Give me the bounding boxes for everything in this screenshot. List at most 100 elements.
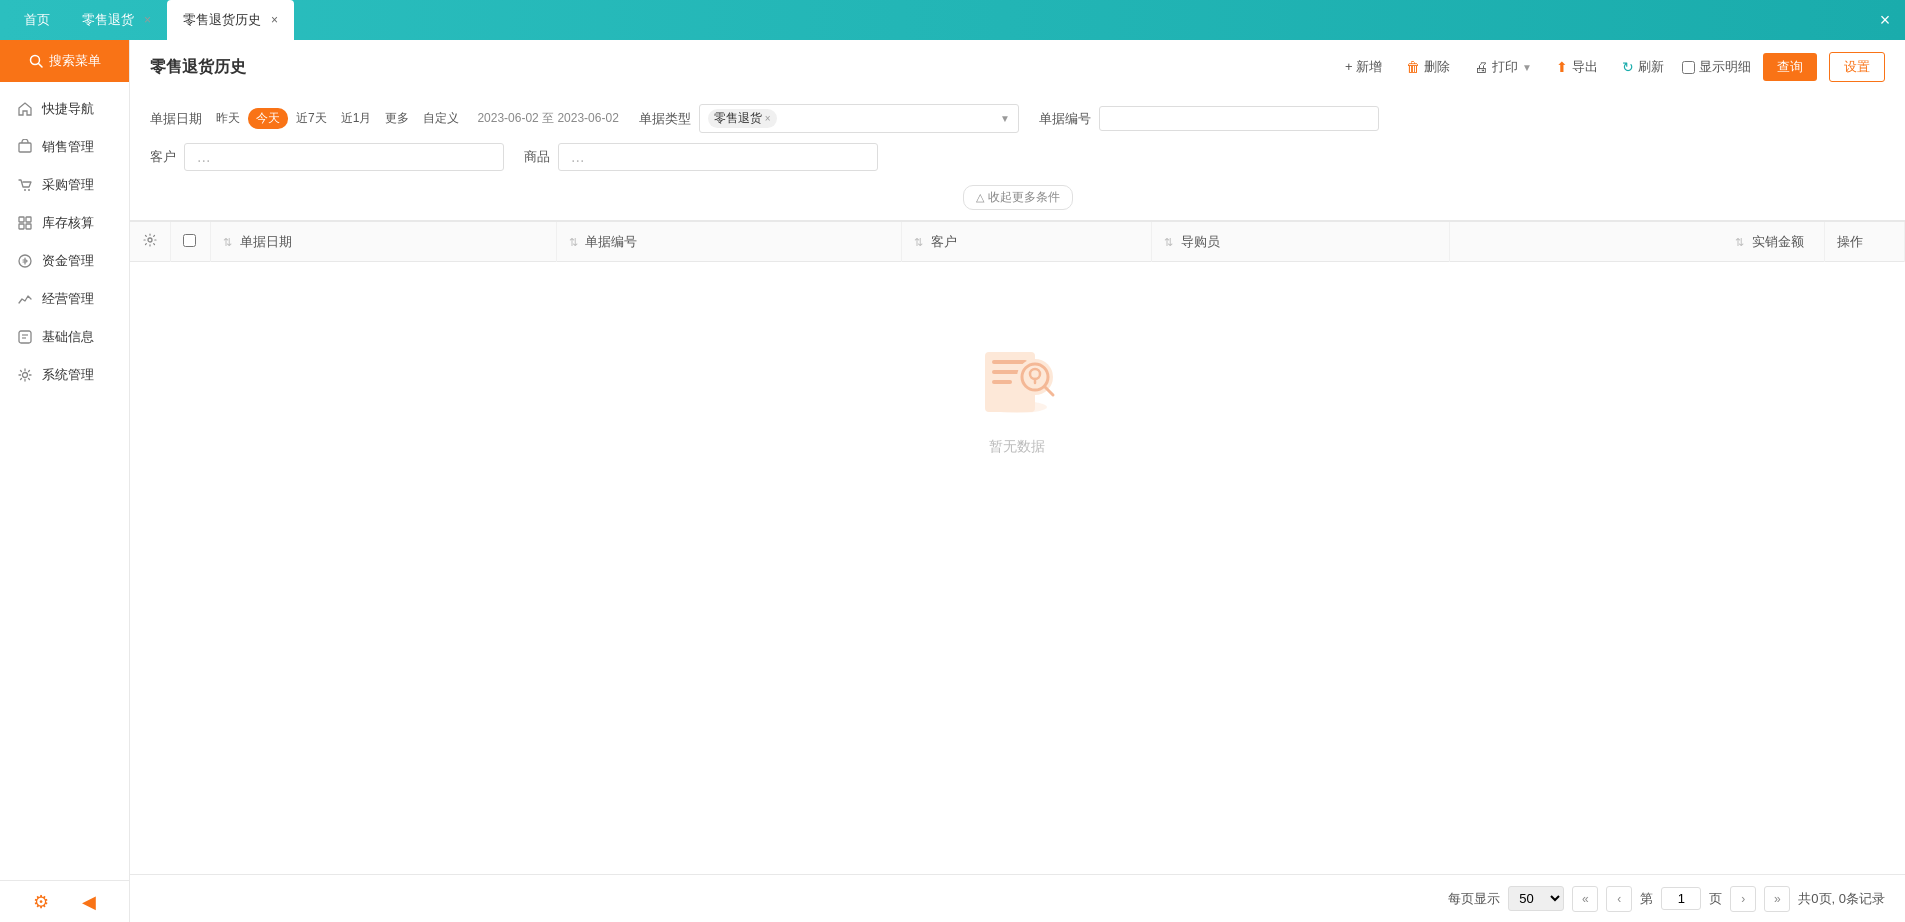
svg-rect-5 bbox=[19, 217, 24, 222]
page-number-input[interactable] bbox=[1661, 887, 1701, 910]
content-area: 零售退货历史 + 新增 🗑 删除 🖨 打印 ▼ ⬆ bbox=[130, 40, 1905, 922]
goods-filter-label: 商品 bbox=[524, 148, 550, 166]
goods-filter-field: 商品 ... bbox=[524, 143, 878, 171]
th-amount[interactable]: 实销金额 bbox=[1449, 222, 1824, 262]
th-settings[interactable] bbox=[130, 222, 171, 262]
first-page-button[interactable]: « bbox=[1572, 886, 1598, 912]
date-opt-more[interactable]: 更多 bbox=[379, 108, 415, 129]
sidebar-item-sales-label: 销售管理 bbox=[42, 138, 94, 156]
date-opt-1month[interactable]: 近1月 bbox=[335, 108, 378, 129]
th-actions: 操作 bbox=[1825, 222, 1905, 262]
sidebar-item-system[interactable]: 系统管理 bbox=[0, 356, 129, 394]
sidebar-item-basicinfo[interactable]: 基础信息 bbox=[0, 318, 129, 356]
tab-home[interactable]: 首页 bbox=[8, 0, 66, 40]
th-guide[interactable]: 导购员 bbox=[1152, 222, 1450, 262]
select-all-checkbox[interactable] bbox=[183, 234, 196, 247]
voucher-type-filter-field: 单据类型 零售退货 × ▼ bbox=[639, 104, 1019, 133]
delete-button[interactable]: 🗑 删除 bbox=[1400, 54, 1456, 80]
sidebar-item-purchase[interactable]: 采购管理 bbox=[0, 166, 129, 204]
date-opt-7days[interactable]: 近7天 bbox=[290, 108, 333, 129]
query-button[interactable]: 查询 bbox=[1763, 53, 1817, 81]
svg-rect-19 bbox=[992, 380, 1012, 384]
th-checkbox[interactable] bbox=[171, 222, 211, 262]
purchase-icon bbox=[16, 176, 34, 194]
prev-page-button[interactable]: ‹ bbox=[1606, 886, 1632, 912]
page-header: 零售退货历史 + 新增 🗑 删除 🖨 打印 ▼ ⬆ bbox=[130, 40, 1905, 221]
tab-retail-return-label: 零售退货 bbox=[82, 11, 134, 29]
sidebar-item-finance[interactable]: 资金管理 bbox=[0, 242, 129, 280]
collapse-bar: △ 收起更多条件 bbox=[150, 181, 1885, 220]
page-size-label: 每页显示 bbox=[1448, 890, 1500, 908]
print-button[interactable]: 🖨 打印 ▼ bbox=[1468, 54, 1538, 80]
settings-page-button[interactable]: 设置 bbox=[1829, 52, 1885, 82]
voucher-type-label: 单据类型 bbox=[639, 110, 691, 128]
new-button-label: + 新增 bbox=[1345, 58, 1382, 76]
next-page-button[interactable]: › bbox=[1730, 886, 1756, 912]
first-page-icon: « bbox=[1582, 892, 1589, 906]
empty-text: 暂无数据 bbox=[989, 438, 1045, 456]
empty-state-icon bbox=[967, 322, 1067, 422]
sidebar-search-label: 搜索菜单 bbox=[49, 52, 101, 70]
voucher-type-tag-close[interactable]: × bbox=[765, 113, 771, 124]
filter-bar: 单据日期 昨天 今天 近7天 近1月 更多 自定义 2023-06-02 至 2… bbox=[150, 94, 1885, 220]
svg-rect-18 bbox=[992, 370, 1020, 374]
voucher-type-tag-value: 零售退货 bbox=[714, 110, 762, 127]
th-customer[interactable]: 客户 bbox=[902, 222, 1152, 262]
settings-bottom-icon[interactable]: ⚙ bbox=[33, 891, 49, 913]
total-label: 共0页, 0条记录 bbox=[1798, 890, 1885, 908]
page-unit: 页 bbox=[1709, 890, 1722, 908]
sidebar-item-sales[interactable]: 销售管理 bbox=[0, 128, 129, 166]
search-icon bbox=[29, 54, 43, 68]
voucher-type-input[interactable]: 零售退货 × ▼ bbox=[699, 104, 1019, 133]
sidebar-item-finance-label: 资金管理 bbox=[42, 252, 94, 270]
home-icon bbox=[16, 100, 34, 118]
sidebar-item-business[interactable]: 经营管理 bbox=[0, 280, 129, 318]
date-opt-yesterday[interactable]: 昨天 bbox=[210, 108, 246, 129]
window-close-button[interactable]: × bbox=[1865, 0, 1905, 40]
th-no-label: 单据编号 bbox=[585, 234, 637, 249]
tab-retail-return[interactable]: 零售退货 × bbox=[66, 0, 167, 40]
voucher-no-input[interactable] bbox=[1099, 106, 1379, 131]
th-guide-label: 导购员 bbox=[1181, 234, 1220, 249]
collapse-button[interactable]: △ 收起更多条件 bbox=[963, 185, 1073, 210]
collapse-label: 收起更多条件 bbox=[988, 189, 1060, 206]
sidebar-item-inventory[interactable]: 库存核算 bbox=[0, 204, 129, 242]
main-layout: 搜索菜单 快捷导航 销售管理 bbox=[0, 40, 1905, 922]
page-size-select[interactable]: 50 100 200 bbox=[1508, 886, 1564, 911]
voucher-type-dropdown-arrow: ▼ bbox=[1000, 113, 1010, 124]
date-opt-today[interactable]: 今天 bbox=[248, 108, 288, 129]
sidebar-search-button[interactable]: 搜索菜单 bbox=[0, 40, 129, 82]
customer-input[interactable]: ... bbox=[184, 143, 504, 171]
th-date-label: 单据日期 bbox=[240, 234, 292, 249]
sales-icon bbox=[16, 138, 34, 156]
voucher-type-tag: 零售退货 × bbox=[708, 109, 777, 128]
show-detail-checkbox[interactable] bbox=[1682, 61, 1695, 74]
export-button[interactable]: ⬆ 导出 bbox=[1550, 54, 1604, 80]
th-no[interactable]: 单据编号 bbox=[556, 222, 902, 262]
new-button[interactable]: + 新增 bbox=[1339, 54, 1388, 80]
refresh-icon: ↻ bbox=[1622, 59, 1634, 75]
tab-retail-return-history[interactable]: 零售退货历史 × bbox=[167, 0, 294, 40]
table-header-row: 单据日期 单据编号 客户 导购员 实销金额 bbox=[130, 222, 1905, 262]
th-date[interactable]: 单据日期 bbox=[211, 222, 557, 262]
svg-point-14 bbox=[148, 238, 152, 242]
sidebar-item-basicinfo-label: 基础信息 bbox=[42, 328, 94, 346]
print-dropdown-icon: ▼ bbox=[1522, 62, 1532, 73]
date-filter-field: 单据日期 昨天 今天 近7天 近1月 更多 自定义 2023-06-02 至 2… bbox=[150, 108, 619, 129]
refresh-button[interactable]: ↻ 刷新 bbox=[1616, 54, 1670, 80]
collapse-icon: △ bbox=[976, 191, 984, 204]
table-settings-icon bbox=[142, 232, 158, 248]
volume-bottom-icon[interactable]: ◀ bbox=[82, 891, 96, 913]
goods-input[interactable]: ... bbox=[558, 143, 878, 171]
sidebar-item-purchase-label: 采购管理 bbox=[42, 176, 94, 194]
sidebar-item-quicknav[interactable]: 快捷导航 bbox=[0, 90, 129, 128]
page-title-bar: 零售退货历史 + 新增 🗑 删除 🖨 打印 ▼ ⬆ bbox=[150, 52, 1885, 82]
last-page-button[interactable]: » bbox=[1764, 886, 1790, 912]
tab-retail-return-close[interactable]: × bbox=[144, 13, 151, 27]
sidebar-bottom: ⚙ ◀ bbox=[0, 880, 129, 922]
date-opt-custom[interactable]: 自定义 bbox=[417, 108, 465, 129]
tab-retail-return-history-close[interactable]: × bbox=[271, 13, 278, 27]
page-title: 零售退货历史 bbox=[150, 57, 246, 78]
date-filter-label: 单据日期 bbox=[150, 110, 202, 128]
customer-filter-field: 客户 ... bbox=[150, 143, 504, 171]
